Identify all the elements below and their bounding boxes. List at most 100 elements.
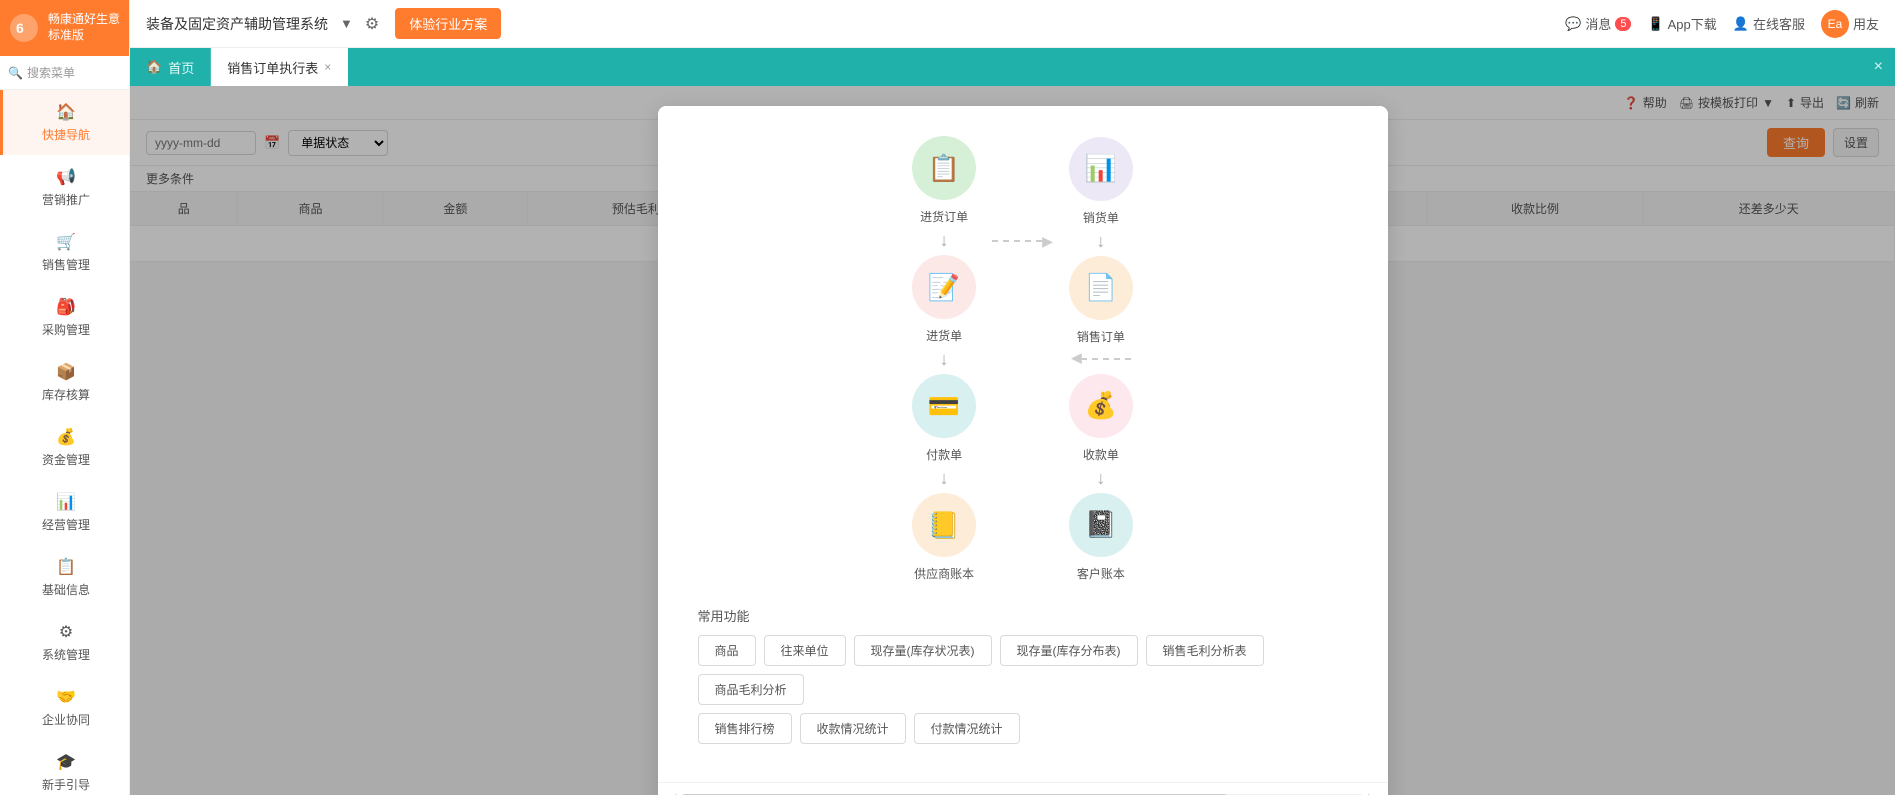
func-btn-stock-status[interactable]: 现存量(库存状况表) <box>854 635 992 666</box>
func-btn-sales-ranking[interactable]: 销售排行榜 <box>698 713 792 744</box>
flow-node-supplier[interactable]: 📒 供应商账本 <box>912 493 976 582</box>
func-btn-stock-distribution[interactable]: 现存量(库存分布表) <box>1000 635 1138 666</box>
scroll-right-btn[interactable]: ▶ <box>1368 791 1377 795</box>
main-content: 装备及固定资产辅助管理系统 ▼ ⚙ 体验行业方案 💬 消息 5 📱 App下载 … <box>130 0 1895 795</box>
flow-node-purchase-bill[interactable]: 📝 进货单 <box>912 255 976 344</box>
message-item[interactable]: 💬 消息 5 <box>1565 14 1631 33</box>
sales-order-label: 销售订单 <box>1077 328 1125 345</box>
tab-sales-order[interactable]: 销售订单执行表 × <box>211 48 348 86</box>
sidebar-item-purchase[interactable]: 🎒 采购管理 <box>0 285 129 350</box>
flow-node-sales-order[interactable]: 📄 销售订单 <box>1069 256 1133 345</box>
sidebar-item-finance[interactable]: 💰 资金管理 <box>0 415 129 480</box>
message-label: 消息 <box>1585 14 1611 33</box>
sidebar-item-label: 系统管理 <box>42 646 90 663</box>
phone-icon: 📱 <box>1647 16 1663 32</box>
func-btn-sales-margin[interactable]: 销售毛利分析表 <box>1146 635 1264 666</box>
flow-node-payment[interactable]: 💳 付款单 <box>912 374 976 463</box>
func-btn-product[interactable]: 商品 <box>698 635 756 666</box>
flow-node-receipt[interactable]: 💰 收款单 <box>1069 374 1133 463</box>
tab-home-label: 首页 <box>168 58 194 77</box>
logo: 6 畅康通好生意 标准版 <box>0 0 129 56</box>
func-btn-partner[interactable]: 往来单位 <box>764 635 846 666</box>
sidebar-item-basic-info[interactable]: 📋 基础信息 <box>0 545 129 610</box>
dropdown-icon[interactable]: ▼ <box>340 16 353 31</box>
inventory-icon: 📦 <box>56 362 76 382</box>
system-title: 装备及固定资产辅助管理系统 <box>146 14 328 34</box>
topbar: 装备及固定资产辅助管理系统 ▼ ⚙ 体验行业方案 💬 消息 5 📱 App下载 … <box>130 0 1895 48</box>
tab-close-all-btn[interactable]: × <box>1862 48 1895 86</box>
quick-nav-modal: 📋 进货订单 ↓ 📝 进货单 <box>658 106 1388 795</box>
sidebar-item-label: 销售管理 <box>42 256 90 273</box>
tabs: 🏠 首页 销售订单执行表 × × <box>130 48 1895 86</box>
user-item[interactable]: Ea 用友 <box>1821 10 1879 38</box>
search-label: 搜索菜单 <box>27 64 75 81</box>
payment-icon: 💳 <box>912 374 976 438</box>
sidebar-menu: 🏠 快捷导航 📢 营销推广 🛒 销售管理 🎒 采购管理 📦 库存核算 💰 <box>0 90 129 795</box>
sidebar-item-label: 快捷导航 <box>42 126 90 143</box>
settings-icon[interactable]: ⚙ <box>365 14 379 34</box>
message-icon: 💬 <box>1565 16 1581 32</box>
logo-text1: 畅康通好生意 <box>48 12 120 28</box>
arrow-from-sales-order: ▶ <box>1071 351 1132 368</box>
newbie-icon: 🎓 <box>56 752 76 772</box>
common-functions-title: 常用功能 <box>698 606 1348 625</box>
purchase-bill-icon: 📝 <box>912 255 976 319</box>
logo-text2: 标准版 <box>48 28 120 44</box>
modal-overlay[interactable]: 📋 进货订单 ↓ 📝 进货单 <box>130 86 1895 795</box>
online-service-item[interactable]: 👤 在线客服 <box>1733 14 1805 33</box>
modal-scrollbar: ◀ ▶ <box>658 782 1388 795</box>
arrow-down-4: ↓ <box>1096 232 1105 250</box>
tabs-spacer <box>348 48 1861 86</box>
experience-btn[interactable]: 体验行业方案 <box>395 8 501 39</box>
flow-node-purchase-order[interactable]: 📋 进货订单 <box>912 136 976 225</box>
sidebar-item-label: 企业协同 <box>42 711 90 728</box>
arrow-purchase: ▶ <box>992 200 1053 282</box>
svg-text:6: 6 <box>16 20 24 36</box>
supplier-icon: 📒 <box>912 493 976 557</box>
receipt-label: 收款单 <box>1083 446 1119 463</box>
customer-icon: 📓 <box>1069 493 1133 557</box>
flow-node-sales-bill[interactable]: 📊 销货单 <box>1069 137 1133 226</box>
func-btn-receipt-stats[interactable]: 收款情况统计 <box>800 713 906 744</box>
user-name: 用友 <box>1853 14 1879 33</box>
sidebar-item-label: 库存核算 <box>42 386 90 403</box>
sidebar-search[interactable]: 🔍 搜索菜单 <box>0 56 129 90</box>
sidebar-item-enterprise[interactable]: 🤝 企业协同 <box>0 675 129 740</box>
sidebar-item-inventory[interactable]: 📦 库存核算 <box>0 350 129 415</box>
purchase-order-label: 进货订单 <box>920 208 968 225</box>
scroll-left-btn[interactable]: ◀ <box>668 791 677 795</box>
tab-close-icon[interactable]: × <box>324 60 331 74</box>
online-service-label: 在线客服 <box>1753 14 1805 33</box>
sidebar-item-sales[interactable]: 🛒 销售管理 <box>0 220 129 285</box>
sidebar-item-label: 新手引导 <box>42 776 90 793</box>
sidebar-item-quick-nav[interactable]: 🏠 快捷导航 <box>0 90 129 155</box>
sidebar-item-marketing[interactable]: 📢 营销推广 <box>0 155 129 220</box>
arrow-down-1: ↓ <box>940 231 949 249</box>
sidebar-item-system[interactable]: ⚙ 系统管理 <box>0 610 129 675</box>
sidebar-item-operations[interactable]: 📊 经营管理 <box>0 480 129 545</box>
system-icon: ⚙ <box>59 622 73 642</box>
sidebar-item-label: 基础信息 <box>42 581 90 598</box>
service-icon: 👤 <box>1733 16 1749 32</box>
sales-bill-icon: 📊 <box>1069 137 1133 201</box>
sidebar-item-label: 采购管理 <box>42 321 90 338</box>
func-btn-payment-stats[interactable]: 付款情况统计 <box>914 713 1020 744</box>
enterprise-icon: 🤝 <box>56 687 76 707</box>
marketing-icon: 📢 <box>56 167 76 187</box>
flow-node-customer[interactable]: 📓 客户账本 <box>1069 493 1133 582</box>
func-btn-product-margin[interactable]: 商品毛利分析 <box>698 674 804 705</box>
user-avatar: Ea <box>1821 10 1849 38</box>
sidebar-item-label: 营销推广 <box>42 191 90 208</box>
sidebar-item-newbie[interactable]: 🎓 新手引导 <box>0 740 129 795</box>
app-download-label: App下载 <box>1668 14 1717 33</box>
app-download-item[interactable]: 📱 App下载 <box>1647 14 1716 33</box>
tab-home[interactable]: 🏠 首页 <box>130 48 211 86</box>
topbar-right: 💬 消息 5 📱 App下载 👤 在线客服 Ea 用友 <box>1565 10 1879 38</box>
message-badge: 5 <box>1615 17 1631 31</box>
flow-left-col: 📋 进货订单 ↓ 📝 进货单 <box>912 136 976 582</box>
logo-icon: 6 <box>8 12 40 44</box>
sidebar-item-label: 经营管理 <box>42 516 90 533</box>
payment-label: 付款单 <box>926 446 962 463</box>
finance-icon: 💰 <box>56 427 76 447</box>
modal-content: 📋 进货订单 ↓ 📝 进货单 <box>658 106 1388 782</box>
